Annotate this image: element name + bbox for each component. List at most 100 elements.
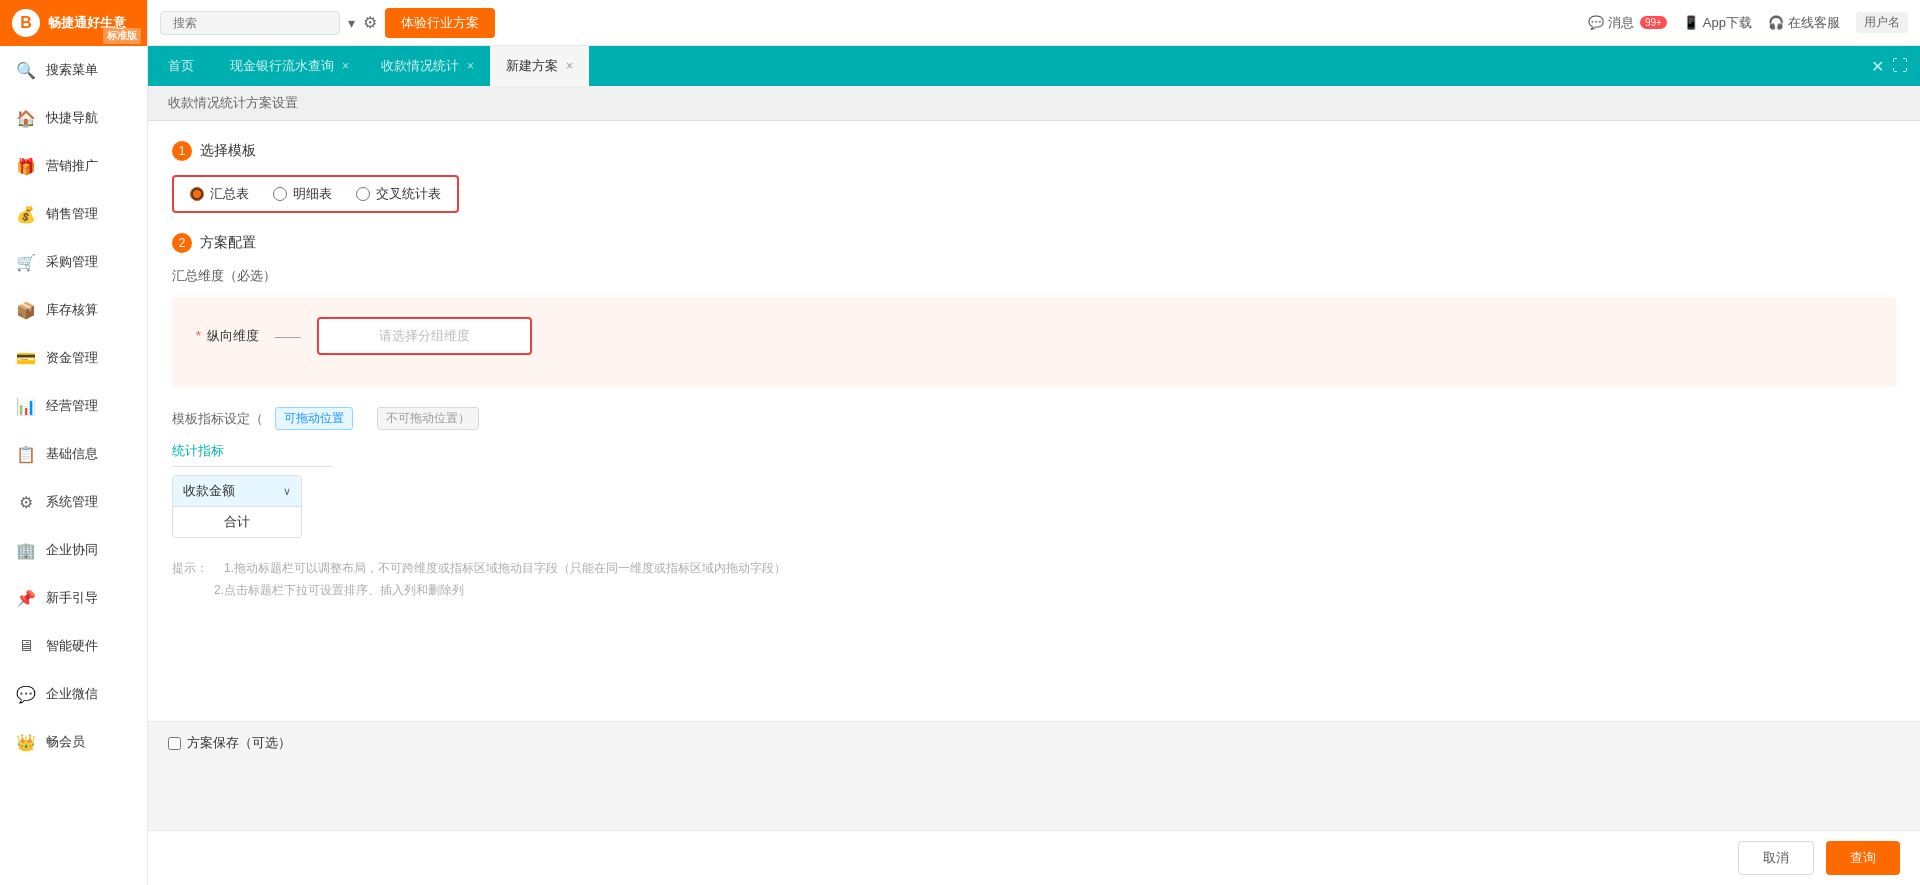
tip-line-1: 提示： 1.拖动标题栏可以调整布局，不可跨维度或指标区域拖动目字段（只能在同一维… — [172, 558, 1896, 580]
service-icon: 🎧 — [1768, 15, 1784, 30]
sidebar-item-inventory[interactable]: 📦 库存核算 — [0, 286, 147, 334]
search-input[interactable] — [160, 11, 340, 35]
sidebar-item-purchase[interactable]: 🛒 采购管理 — [0, 238, 147, 286]
sidebar-item-capital[interactable]: 💳 资金管理 — [0, 334, 147, 382]
sales-icon: 💰 — [16, 204, 36, 224]
radio-cross[interactable]: 交叉统计表 — [356, 185, 441, 203]
sidebar-item-member[interactable]: 👑 畅会员 — [0, 718, 147, 766]
sidebar-item-label: 库存核算 — [46, 301, 98, 319]
sidebar-item-operations[interactable]: 📊 经营管理 — [0, 382, 147, 430]
indicator-header: 模板指标设定（ 可拖动位置 不可拖动位置） — [172, 407, 1896, 430]
online-service-item[interactable]: 🎧 在线客服 — [1768, 14, 1840, 32]
tab-receipt-stats[interactable]: 收款情况统计 × — [365, 46, 490, 86]
notification-item[interactable]: 💬 消息 99+ — [1588, 14, 1667, 32]
industry-btn[interactable]: 体验行业方案 — [385, 8, 495, 38]
summary-dimension-section: 汇总维度（必选） * 纵向维度 —— 请选择分组维度 — [172, 267, 1896, 387]
topbar: ▾ ⚙ 体验行业方案 💬 消息 99+ 📱 App下载 🎧 在线客服 用户名 — [148, 0, 1920, 46]
page-content: 收款情况统计方案设置 1 选择模板 汇总表 明细表 — [148, 86, 1920, 830]
card-dropdown-arrow-icon[interactable]: ∨ — [283, 485, 291, 498]
newbie-icon: 📌 — [16, 588, 36, 608]
enterprise-icon: 🏢 — [16, 540, 36, 560]
system-icon: ⚙ — [16, 492, 36, 512]
radio-summary[interactable]: 汇总表 — [190, 185, 249, 203]
member-icon: 👑 — [16, 732, 36, 752]
sidebar-item-search-menu[interactable]: 🔍 搜索菜单 — [0, 46, 147, 94]
summary-dimension-title: 汇总维度（必选） — [172, 267, 1896, 285]
dimension-select-btn[interactable]: 请选择分组维度 — [317, 317, 532, 355]
tab-home-label: 首页 — [168, 57, 194, 75]
main-area: ▾ ⚙ 体验行业方案 💬 消息 99+ 📱 App下载 🎧 在线客服 用户名 — [148, 0, 1920, 885]
operations-icon: 📊 — [16, 396, 36, 416]
template-radio-group: 汇总表 明细表 交叉统计表 — [172, 175, 459, 213]
cancel-button[interactable]: 取消 — [1738, 841, 1814, 875]
sidebar-item-label: 系统管理 — [46, 493, 98, 511]
sidebar-item-marketing[interactable]: 🎁 营销推广 — [0, 142, 147, 190]
tab-new-plan-label: 新建方案 — [506, 57, 558, 75]
form-area: 1 选择模板 汇总表 明细表 交叉统计表 — [148, 121, 1920, 721]
step1-title: 选择模板 — [200, 142, 256, 160]
indicator-card-body: 合计 — [173, 507, 301, 537]
sidebar-item-quick-nav[interactable]: 🏠 快捷导航 — [0, 94, 147, 142]
gear-icon[interactable]: ⚙ — [363, 13, 377, 32]
sidebar-item-label: 资金管理 — [46, 349, 98, 367]
step2-header: 2 方案配置 — [172, 233, 1896, 253]
save-checkbox-label[interactable]: 方案保存（可选） — [168, 734, 291, 752]
radio-detail-input[interactable] — [273, 187, 287, 201]
step2-num: 2 — [172, 233, 192, 253]
tab-receipt-stats-close-icon[interactable]: × — [467, 59, 474, 73]
save-section: 方案保存（可选） — [148, 721, 1920, 764]
quick-nav-icon: 🏠 — [16, 108, 36, 128]
sidebar-item-sales[interactable]: 💰 销售管理 — [0, 190, 147, 238]
sidebar-item-smart-hw[interactable]: 🖥 智能硬件 — [0, 622, 147, 670]
sidebar-item-label: 企业微信 — [46, 685, 98, 703]
marketing-icon: 🎁 — [16, 156, 36, 176]
radio-cross-input[interactable] — [356, 187, 370, 201]
message-icon: 💬 — [1588, 15, 1604, 30]
sidebar-item-label: 销售管理 — [46, 205, 98, 223]
required-mark: * — [196, 328, 201, 343]
action-bar: 取消 查询 — [148, 830, 1920, 885]
tab-new-plan-close-icon[interactable]: × — [566, 59, 573, 73]
tab-home[interactable]: 首页 — [148, 46, 214, 86]
app-download-item[interactable]: 📱 App下载 — [1683, 14, 1752, 32]
sidebar-logo: B 畅捷通好生意 标准版 — [0, 0, 147, 46]
sidebar-item-system[interactable]: ⚙ 系统管理 — [0, 478, 147, 526]
radio-cross-label: 交叉统计表 — [376, 185, 441, 203]
radio-summary-label: 汇总表 — [210, 185, 249, 203]
sidebar-item-label: 快捷导航 — [46, 109, 98, 127]
indicator-settings-label: 模板指标设定（ — [172, 410, 263, 428]
sidebar-item-weixin[interactable]: 💬 企业微信 — [0, 670, 147, 718]
radio-summary-input[interactable] — [190, 187, 204, 201]
tab-cashflow-close-icon[interactable]: × — [342, 59, 349, 73]
step1-header: 1 选择模板 — [172, 141, 1896, 161]
tab-cashflow[interactable]: 现金银行流水查询 × — [214, 46, 365, 86]
tip-text-1: 1.拖动标题栏可以调整布局，不可跨维度或指标区域拖动目字段（只能在同一维度或指标… — [224, 558, 786, 580]
user-display[interactable]: 用户名 — [1856, 12, 1908, 33]
app-icon: 📱 — [1683, 15, 1699, 30]
sidebar-item-basic-info[interactable]: 📋 基础信息 — [0, 430, 147, 478]
not-draggable-tag: 不可拖动位置） — [377, 407, 479, 430]
radio-detail-label: 明细表 — [293, 185, 332, 203]
save-checkbox-text: 方案保存（可选） — [187, 734, 291, 752]
query-button[interactable]: 查询 — [1826, 841, 1900, 875]
sidebar-item-enterprise[interactable]: 🏢 企业协同 — [0, 526, 147, 574]
sidebar-item-label: 畅会员 — [46, 733, 85, 751]
tips-section: 提示： 1.拖动标题栏可以调整布局，不可跨维度或指标区域拖动目字段（只能在同一维… — [172, 558, 1896, 601]
radio-detail[interactable]: 明细表 — [273, 185, 332, 203]
save-checkbox-input[interactable] — [168, 737, 181, 750]
maximize-icon[interactable]: ⛶ — [1892, 57, 1908, 75]
draggable-tag: 可拖动位置 — [275, 407, 353, 430]
indicator-card-header[interactable]: 收款金额 ∨ — [173, 476, 301, 507]
close-all-icon[interactable]: ✕ — [1871, 57, 1884, 76]
sidebar: B 畅捷通好生意 标准版 🔍 搜索菜单 🏠 快捷导航 🎁 营销推广 💰 销售管理… — [0, 0, 148, 885]
edition-badge: 标准版 — [103, 28, 141, 44]
sidebar-item-label: 基础信息 — [46, 445, 98, 463]
step2-section: 2 方案配置 汇总维度（必选） * 纵向维度 —— 请选择分组维度 — [172, 233, 1896, 601]
sidebar-item-label: 经营管理 — [46, 397, 98, 415]
sidebar-nav: 🔍 搜索菜单 🏠 快捷导航 🎁 营销推广 💰 销售管理 🛒 采购管理 📦 库存核… — [0, 46, 147, 885]
basic-info-icon: 📋 — [16, 444, 36, 464]
sidebar-item-newbie[interactable]: 📌 新手引导 — [0, 574, 147, 622]
topbar-right: 💬 消息 99+ 📱 App下载 🎧 在线客服 用户名 — [1588, 12, 1908, 33]
tab-new-plan[interactable]: 新建方案 × — [490, 46, 589, 86]
dropdown-arrow-icon[interactable]: ▾ — [348, 15, 355, 31]
